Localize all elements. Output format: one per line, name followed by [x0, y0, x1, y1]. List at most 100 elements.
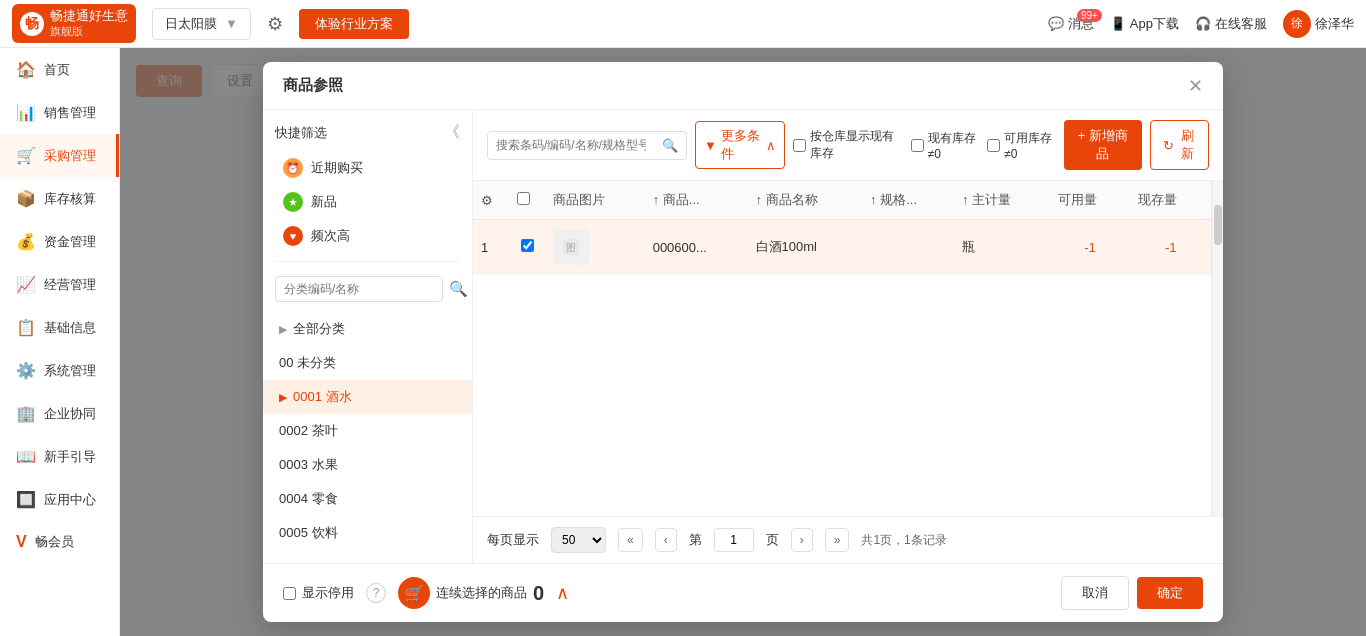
quick-items-list: ⏰ 近期购买 ★ 新品 ♥ 频次高	[263, 151, 472, 253]
available-stock-checkbox[interactable]: 现有库存≠0	[911, 130, 979, 161]
cart-area: 🛒 连续选择的商品 0	[398, 577, 544, 609]
branch-selector[interactable]: 日太阳膜 ▼	[152, 8, 251, 40]
scroll-track[interactable]	[1214, 205, 1222, 492]
table-row[interactable]: 1 图	[473, 220, 1211, 275]
sidebar-item-apps[interactable]: 🔲 应用中心	[0, 478, 119, 521]
classify-search-icon[interactable]: 🔍	[449, 280, 468, 298]
help-icon[interactable]: ?	[366, 583, 386, 603]
first-page-button[interactable]: «	[618, 528, 643, 552]
quick-item-frequent[interactable]: ♥ 频次高	[275, 219, 460, 253]
quick-item-new[interactable]: ★ 新品	[275, 185, 460, 219]
guide-icon: 📖	[16, 447, 36, 466]
settings-icon[interactable]: ⚙	[259, 8, 291, 40]
category-0001[interactable]: ▶ 0001 酒水	[263, 380, 472, 414]
modal-overlay: 商品参照 ✕ 快捷筛选 《 ⏰ 近期购买	[120, 48, 1366, 636]
last-page-button[interactable]: »	[825, 528, 850, 552]
cart-icon[interactable]: 🛒	[398, 577, 430, 609]
trial-button[interactable]: 体验行业方案	[299, 9, 409, 39]
divider	[275, 261, 460, 262]
row-select-checkbox[interactable]	[521, 239, 534, 252]
scroll-thumb[interactable]	[1214, 205, 1222, 245]
filter-icon: ▼	[704, 138, 717, 153]
modal-body: 快捷筛选 《 ⏰ 近期购买 ★ 新品	[263, 110, 1223, 563]
add-product-button[interactable]: + 新增商品	[1064, 120, 1143, 170]
sidebar-item-finance[interactable]: 💰 资金管理	[0, 220, 119, 263]
category-00[interactable]: 00 未分类	[263, 346, 472, 380]
modal-bottom-bar: 显示停用 ? 🛒 连续选择的商品 0 ∧ 取消 确定	[263, 563, 1223, 622]
prev-page-button[interactable]: ‹	[655, 528, 677, 552]
sidebar-item-member[interactable]: V 畅会员	[0, 521, 119, 563]
user-profile[interactable]: 徐 徐泽华	[1283, 10, 1354, 38]
product-search-icon[interactable]: 🔍	[654, 132, 686, 159]
sidebar-item-sales[interactable]: 📊 销售管理	[0, 91, 119, 134]
usable-stock-checkbox[interactable]: 可用库存≠0	[987, 130, 1055, 161]
confirm-button[interactable]: 确定	[1137, 577, 1203, 609]
new-icon: ★	[283, 192, 303, 212]
product-search-input[interactable]	[488, 132, 654, 158]
modal-left-top: 快捷筛选 《	[263, 122, 472, 151]
sidebar-item-system[interactable]: ⚙️ 系统管理	[0, 349, 119, 392]
message-icon: 💬	[1048, 16, 1064, 31]
category-0008[interactable]: 0008 水	[263, 550, 472, 551]
sidebar-item-inventory[interactable]: 📦 库存核算	[0, 177, 119, 220]
table-scrollbar[interactable]	[1211, 181, 1223, 516]
col-spec[interactable]: ↑ 规格...	[862, 181, 954, 220]
main-layout: 🏠 首页 📊 销售管理 🛒 采购管理 📦 库存核算 💰 资金管理 📈 经营管理 …	[0, 48, 1366, 636]
system-icon: ⚙️	[16, 361, 36, 380]
product-table-wrap[interactable]: ⚙ 商品图片 ↑ 商品...	[473, 181, 1211, 516]
sidebar-item-purchase[interactable]: 🛒 采购管理	[0, 134, 119, 177]
logo[interactable]: 畅 畅捷通好生意 旗舰版	[12, 4, 136, 43]
content-area: 查询 设置 ↻ 刷新 商品参照 ✕ 快捷筛选	[120, 48, 1366, 636]
warehouse-display-checkbox[interactable]: 按仓库显示现有库存	[793, 128, 902, 162]
cancel-button[interactable]: 取消	[1061, 576, 1129, 610]
page-number-input[interactable]	[714, 528, 754, 552]
col-usable: 可用量	[1050, 181, 1131, 220]
row-stock: -1	[1130, 220, 1211, 275]
show-disabled-checkbox[interactable]	[283, 587, 296, 600]
sidebar-item-operations[interactable]: 📈 经营管理	[0, 263, 119, 306]
page-size-select[interactable]: 10 20 50 100	[551, 527, 606, 553]
sidebar-item-enterprise[interactable]: 🏢 企业协同	[0, 392, 119, 435]
row-checkbox[interactable]	[509, 220, 545, 275]
sidebar-item-home[interactable]: 🏠 首页	[0, 48, 119, 91]
app-download-button[interactable]: 📱 App下载	[1110, 15, 1179, 33]
collapse-panel-button[interactable]: 《	[444, 122, 460, 143]
col-code[interactable]: ↑ 商品...	[645, 181, 748, 220]
basic-icon: 📋	[16, 318, 36, 337]
more-filter-button[interactable]: ▼ 更多条件 ∧	[695, 121, 785, 169]
modal-header: 商品参照 ✕	[263, 62, 1223, 110]
category-0005[interactable]: 0005 饮料	[263, 516, 472, 550]
warehouse-checkbox-input[interactable]	[793, 139, 806, 152]
sidebar-item-basic[interactable]: 📋 基础信息	[0, 306, 119, 349]
online-support-button[interactable]: 🎧 在线客服	[1195, 15, 1267, 33]
usable-checkbox-input[interactable]	[987, 139, 1000, 152]
classify-search-area: 🔍	[263, 270, 472, 308]
member-icon: V	[16, 533, 27, 551]
classify-search-input[interactable]	[275, 276, 443, 302]
category-0004[interactable]: 0004 零食	[263, 482, 472, 516]
col-name[interactable]: ↑ 商品名称	[748, 181, 862, 220]
row-usable: -1	[1050, 220, 1131, 275]
cat-arrow-all: ▶	[279, 323, 287, 336]
messages-button[interactable]: 💬 消息 99+	[1048, 15, 1094, 33]
modal-bottom-actions: 取消 确定	[1061, 576, 1203, 610]
bottom-collapse-arrow[interactable]: ∧	[556, 582, 569, 604]
next-page-button[interactable]: ›	[791, 528, 813, 552]
row-unit: 瓶	[954, 220, 1049, 275]
selector-arrow-icon: ▼	[225, 16, 238, 31]
col-unit[interactable]: ↑ 主计量	[954, 181, 1049, 220]
filter-up-arrow-icon: ∧	[766, 138, 776, 153]
category-0003[interactable]: 0003 水果	[263, 448, 472, 482]
col-gear[interactable]: ⚙	[473, 181, 509, 220]
select-all-checkbox[interactable]	[517, 192, 530, 205]
available-checkbox-input[interactable]	[911, 139, 924, 152]
product-reference-modal: 商品参照 ✕ 快捷筛选 《 ⏰ 近期购买	[263, 62, 1223, 622]
row-name: 白酒100ml	[748, 220, 862, 275]
category-all[interactable]: ▶ 全部分类	[263, 312, 472, 346]
modal-right-panel: 🔍 ▼ 更多条件 ∧ 按仓库显示现有库存	[473, 110, 1223, 563]
quick-item-recent[interactable]: ⏰ 近期购买	[275, 151, 460, 185]
sidebar-item-guide[interactable]: 📖 新手引导	[0, 435, 119, 478]
refresh-button[interactable]: ↻ 刷新	[1150, 120, 1209, 170]
modal-close-button[interactable]: ✕	[1188, 77, 1203, 95]
category-0002[interactable]: 0002 茶叶	[263, 414, 472, 448]
